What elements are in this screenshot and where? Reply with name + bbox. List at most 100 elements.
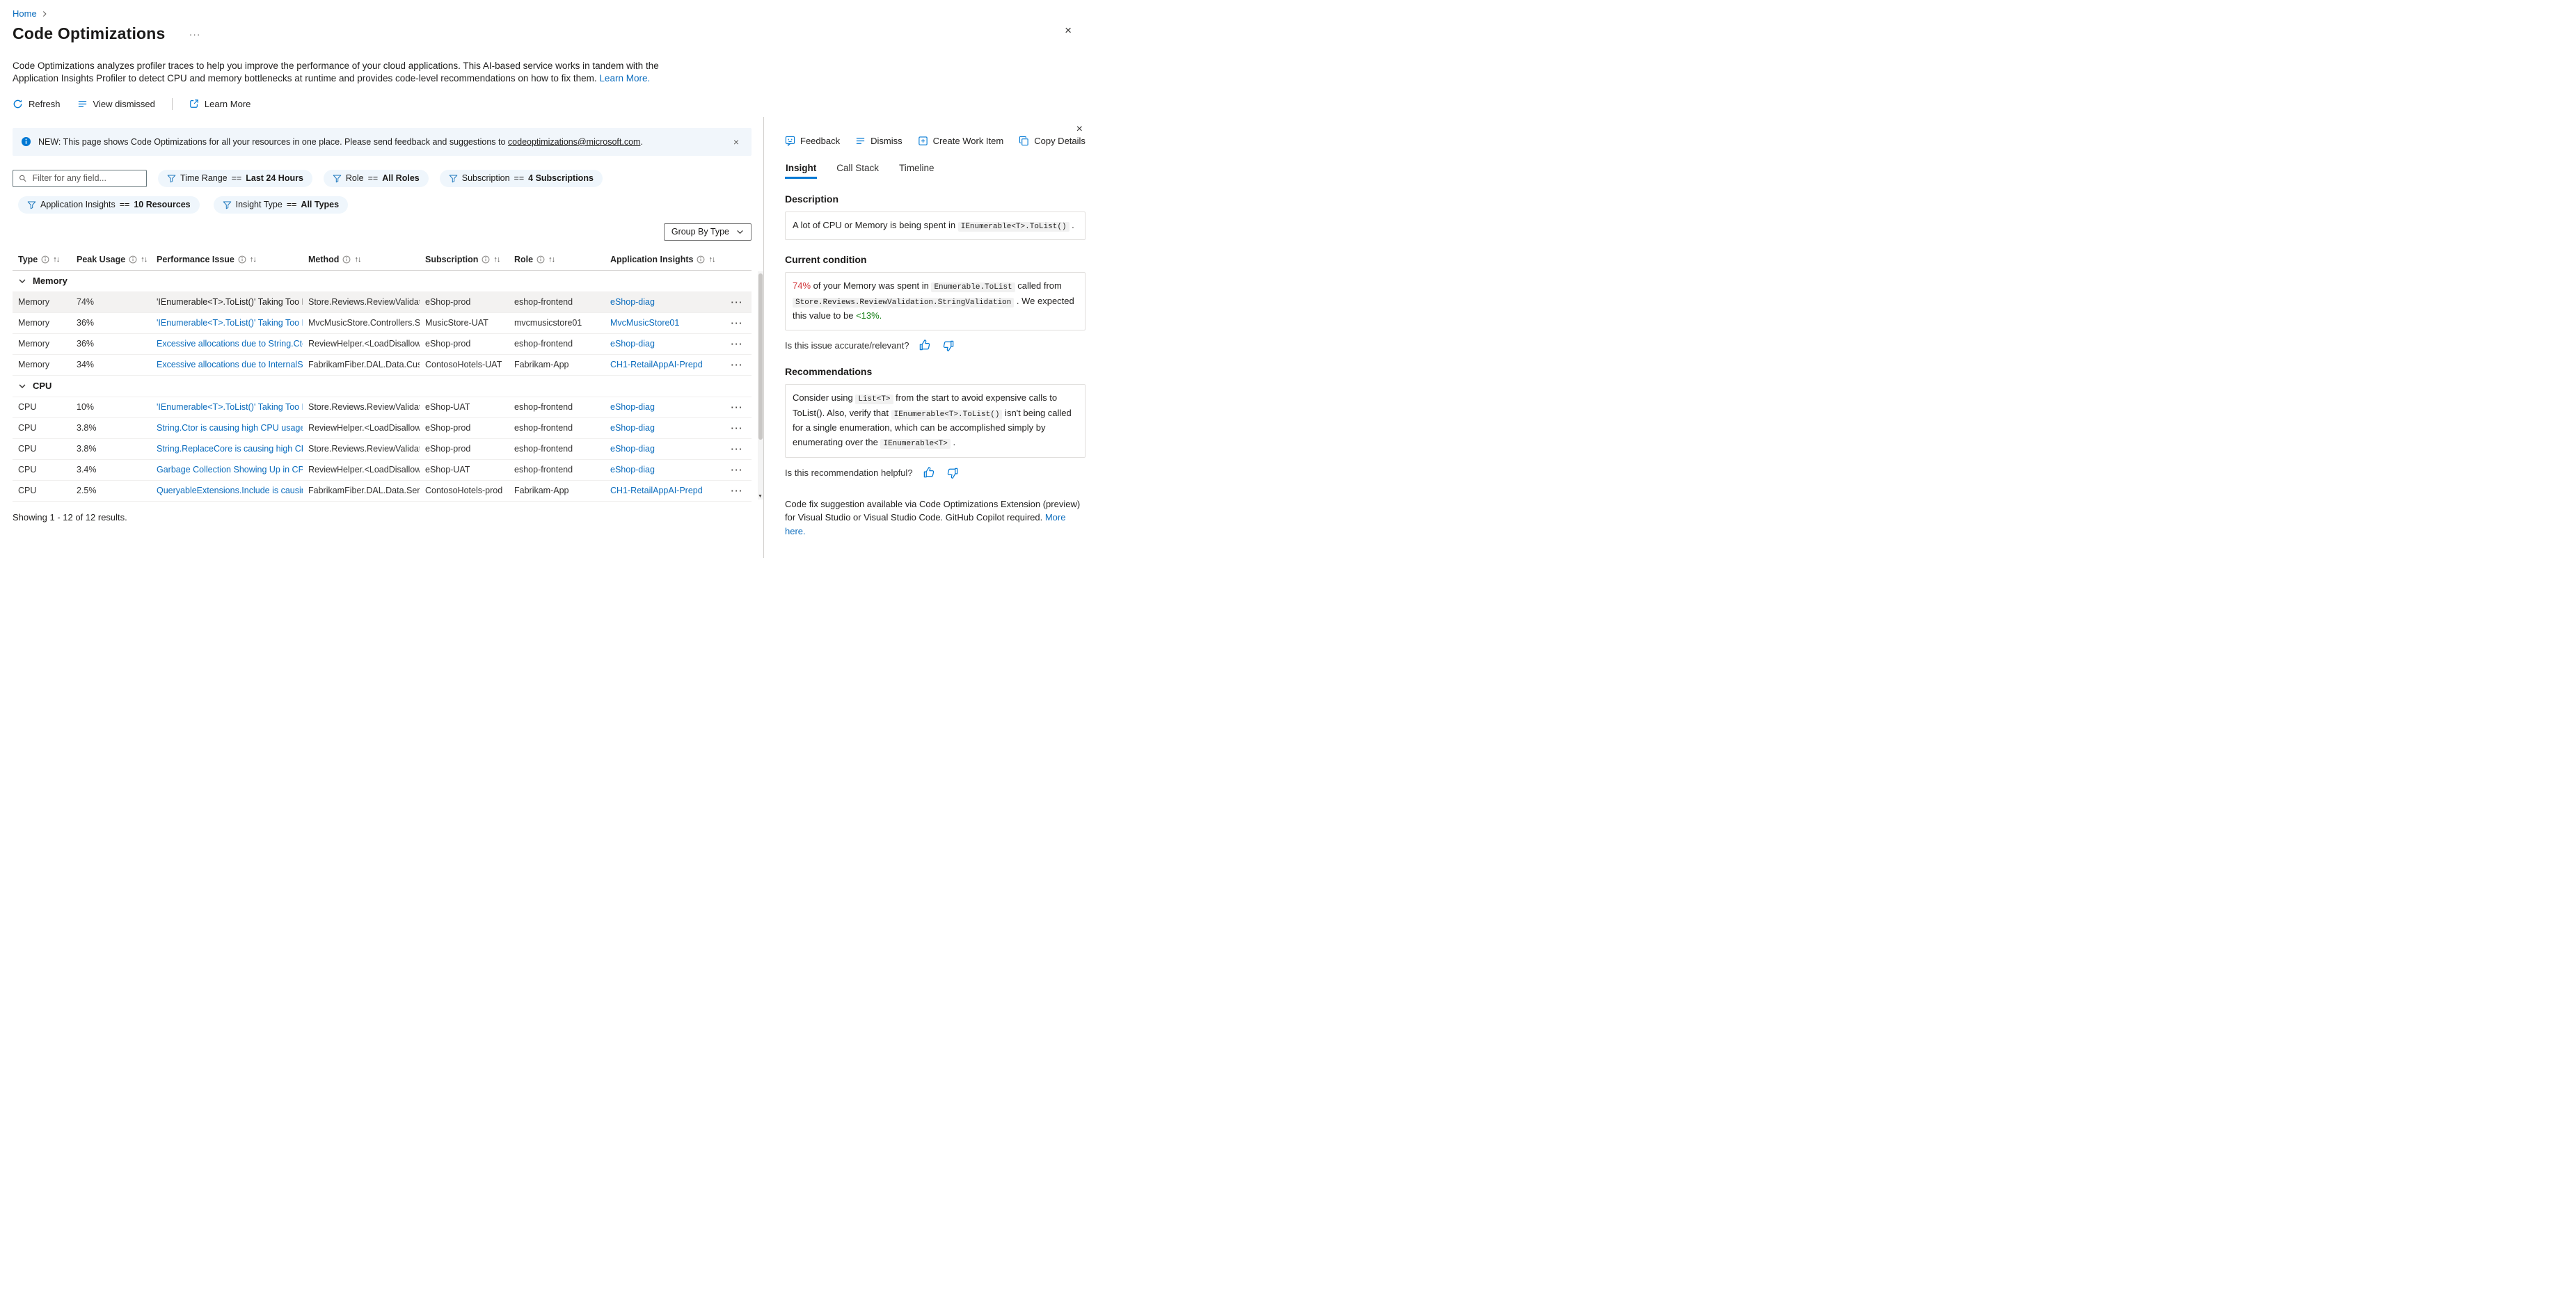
- table-row[interactable]: Memory 36% Excessive allocations due to …: [13, 334, 752, 355]
- cell-subscription: MusicStore-UAT: [425, 318, 488, 328]
- scrollbar-thumb[interactable]: [758, 273, 763, 440]
- info-icon[interactable]: [342, 255, 351, 264]
- column-header-method[interactable]: Method ↑↓: [303, 255, 420, 264]
- row-more-button[interactable]: ···: [731, 465, 744, 475]
- application-insights-link[interactable]: CH1-RetailAppAI-Prepd: [610, 360, 703, 369]
- refresh-button[interactable]: Refresh: [13, 99, 61, 109]
- filter-pill-role[interactable]: Role == All Roles: [323, 169, 429, 187]
- info-icon[interactable]: [536, 255, 545, 264]
- dismiss-button[interactable]: Dismiss: [855, 136, 903, 146]
- application-insights-link[interactable]: eShop-diag: [610, 423, 655, 433]
- vertical-scrollbar[interactable]: ▼: [758, 271, 763, 500]
- pill-op: ==: [514, 173, 525, 184]
- row-more-button[interactable]: ···: [731, 486, 744, 496]
- sort-icon[interactable]: ↑↓: [250, 255, 257, 264]
- sort-icon[interactable]: ↑↓: [141, 255, 148, 264]
- performance-issue-link[interactable]: 'IEnumerable<T>.ToList()' Taking Too M: [157, 318, 303, 328]
- issue-feedback-row: Is this issue accurate/relevant?: [785, 339, 1086, 352]
- thumbs-down-button[interactable]: [946, 466, 959, 479]
- performance-issue-link[interactable]: QueryableExtensions.Include is causing: [157, 486, 303, 495]
- filter-pill-time-range[interactable]: Time Range == Last 24 Hours: [158, 169, 312, 187]
- performance-issue-link[interactable]: Excessive allocations due to String.Ctor: [157, 339, 303, 349]
- panel-close-button[interactable]: ×: [1072, 123, 1087, 136]
- breadcrumb-home-link[interactable]: Home: [13, 8, 37, 19]
- performance-issue-link[interactable]: Garbage Collection Showing Up in CPL: [157, 465, 303, 474]
- view-dismissed-button[interactable]: View dismissed: [77, 99, 155, 109]
- banner-email-link[interactable]: codeoptimizations@microsoft.com: [508, 137, 641, 147]
- title-more-options-icon[interactable]: ···: [185, 28, 205, 40]
- info-icon[interactable]: [129, 255, 137, 264]
- table-row[interactable]: CPU 10% 'IEnumerable<T>.ToList()' Taking…: [13, 397, 752, 418]
- sort-icon[interactable]: ↑↓: [708, 255, 715, 264]
- column-header-type[interactable]: Type ↑↓: [13, 255, 71, 264]
- sort-icon[interactable]: ↑↓: [493, 255, 500, 264]
- banner-close-button[interactable]: ×: [729, 136, 743, 147]
- column-header-peak-usage[interactable]: Peak Usage ↑↓: [71, 255, 151, 264]
- table-row[interactable]: CPU 2.5% QueryableExtensions.Include is …: [13, 481, 752, 502]
- thumbs-up-button[interactable]: [919, 339, 932, 352]
- row-more-button[interactable]: ···: [731, 360, 744, 370]
- performance-issue-link[interactable]: 'IEnumerable<T>.ToList()' Taking Too M: [157, 297, 303, 307]
- tab-call-stack[interactable]: Call Stack: [836, 159, 880, 180]
- row-more-button[interactable]: ···: [731, 402, 744, 413]
- tab-timeline[interactable]: Timeline: [898, 159, 935, 180]
- filter-search-input[interactable]: [31, 173, 141, 184]
- close-page-button[interactable]: ×: [1060, 24, 1076, 37]
- sort-icon[interactable]: ↑↓: [548, 255, 555, 264]
- info-icon[interactable]: [238, 255, 246, 264]
- table-row[interactable]: CPU 3.4% Garbage Collection Showing Up i…: [13, 460, 752, 481]
- application-insights-link[interactable]: eShop-diag: [610, 465, 655, 474]
- create-work-item-button[interactable]: Create Work Item: [918, 136, 1003, 146]
- application-insights-link[interactable]: eShop-diag: [610, 402, 655, 412]
- column-header-application-insights[interactable]: Application Insights ↑↓: [605, 255, 722, 264]
- application-insights-link[interactable]: CH1-RetailAppAI-Prepd: [610, 486, 703, 495]
- performance-issue-link[interactable]: 'IEnumerable<T>.ToList()' Taking Too M: [157, 402, 303, 412]
- application-insights-link[interactable]: eShop-diag: [610, 339, 655, 349]
- cell-subscription: eShop-prod: [425, 423, 471, 433]
- feedback-button[interactable]: Feedback: [785, 136, 840, 146]
- thumbs-up-button[interactable]: [923, 466, 936, 479]
- group-header-row[interactable]: CPU: [13, 376, 752, 397]
- performance-issue-link[interactable]: String.Ctor is causing high CPU usage: [157, 423, 303, 433]
- application-insights-link[interactable]: MvcMusicStore01: [610, 318, 679, 328]
- info-icon[interactable]: [482, 255, 490, 264]
- learn-more-button[interactable]: Learn More: [189, 99, 251, 109]
- column-header-role[interactable]: Role ↑↓: [509, 255, 605, 264]
- scroll-down-arrow-icon[interactable]: ▼: [758, 494, 763, 499]
- results-table: Type ↑↓ Peak Usage ↑↓ Performance Issue …: [13, 250, 763, 502]
- performance-issue-link[interactable]: String.ReplaceCore is causing high CPL: [157, 444, 303, 454]
- filter-pill-insight-type[interactable]: Insight Type == All Types: [213, 196, 349, 214]
- table-row[interactable]: Memory 74% 'IEnumerable<T>.ToList()' Tak…: [13, 292, 752, 313]
- sort-icon[interactable]: ↑↓: [354, 255, 361, 264]
- table-row[interactable]: CPU 3.8% String.Ctor is causing high CPU…: [13, 418, 752, 439]
- performance-issue-link[interactable]: Excessive allocations due to InternalSet: [157, 360, 303, 369]
- tab-insight[interactable]: Insight: [785, 159, 818, 180]
- pill-label: Subscription: [461, 173, 510, 184]
- filter-pill-application-insights[interactable]: Application Insights == 10 Resources: [18, 196, 200, 214]
- thumbs-down-button[interactable]: [941, 339, 955, 352]
- application-insights-link[interactable]: eShop-diag: [610, 444, 655, 454]
- row-more-button[interactable]: ···: [731, 423, 744, 433]
- info-icon[interactable]: [41, 255, 49, 264]
- application-insights-link[interactable]: eShop-diag: [610, 297, 655, 307]
- pill-op: ==: [231, 173, 242, 184]
- table-row[interactable]: CPU 3.8% String.ReplaceCore is causing h…: [13, 439, 752, 460]
- row-more-button[interactable]: ···: [731, 339, 744, 349]
- info-icon[interactable]: [697, 255, 705, 264]
- table-row[interactable]: Memory 36% 'IEnumerable<T>.ToList()' Tak…: [13, 313, 752, 334]
- copy-details-button[interactable]: Copy Details: [1019, 136, 1086, 146]
- row-more-button[interactable]: ···: [731, 297, 744, 308]
- filter-pill-subscription[interactable]: Subscription == 4 Subscriptions: [439, 169, 603, 187]
- table-row[interactable]: Memory 34% Excessive allocations due to …: [13, 355, 752, 376]
- intro-learn-more-link[interactable]: Learn More.: [599, 73, 650, 83]
- group-header-row[interactable]: Memory: [13, 271, 752, 292]
- column-header-performance-issue[interactable]: Performance Issue ↑↓: [151, 255, 303, 264]
- recommendation-feedback-row: Is this recommendation helpful?: [785, 466, 1086, 479]
- sort-icon[interactable]: ↑↓: [53, 255, 60, 264]
- row-more-button[interactable]: ···: [731, 318, 744, 328]
- group-by-dropdown[interactable]: Group By Type: [663, 223, 752, 241]
- column-header-subscription[interactable]: Subscription ↑↓: [420, 255, 509, 264]
- row-more-button[interactable]: ···: [731, 444, 744, 454]
- cell-subscription: ContosoHotels-prod: [425, 486, 503, 496]
- chevron-right-icon: [42, 10, 47, 17]
